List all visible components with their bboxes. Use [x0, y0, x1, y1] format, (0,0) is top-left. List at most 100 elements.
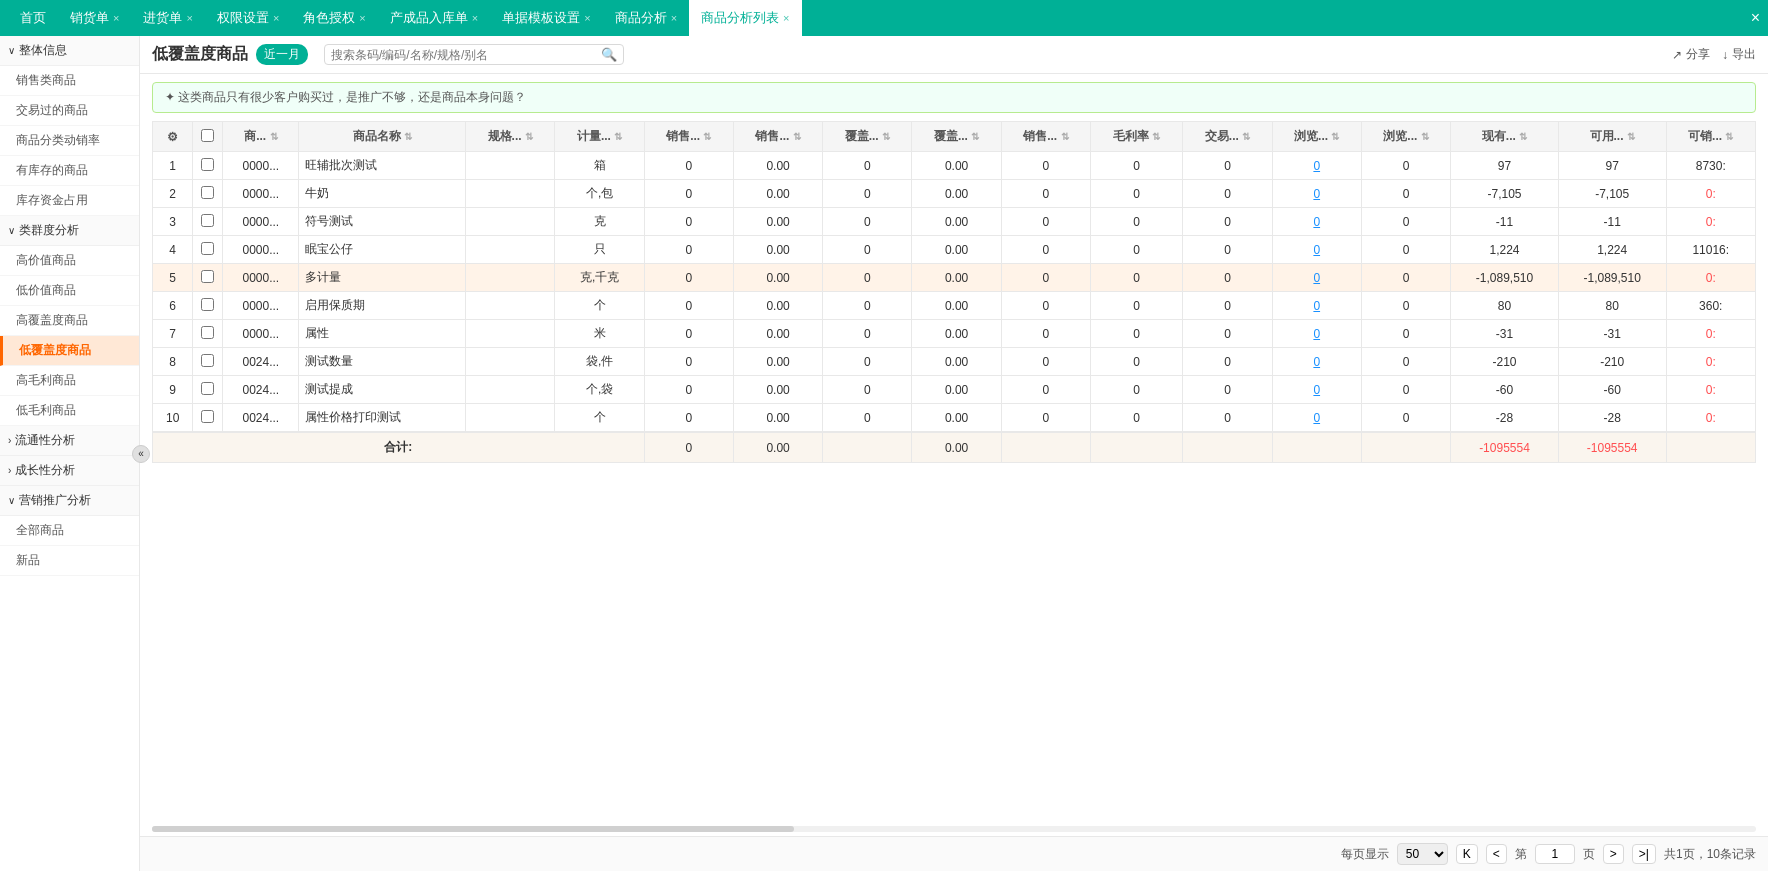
sidebar-item-stocked-goods[interactable]: 有库存的商品: [0, 156, 139, 186]
sidebar-item-high-coverage[interactable]: 高覆盖度商品: [0, 306, 139, 336]
row-checkbox-cell[interactable]: [193, 264, 223, 292]
row-browse1[interactable]: 0: [1272, 348, 1361, 376]
sidebar-item-low-coverage[interactable]: 低覆盖度商品: [0, 336, 139, 366]
row-browse1[interactable]: 0: [1272, 320, 1361, 348]
search-input[interactable]: [331, 48, 601, 62]
select-all-checkbox[interactable]: [201, 129, 214, 142]
nav-item-home[interactable]: 首页: [8, 0, 58, 36]
close-icon[interactable]: ×: [584, 12, 590, 24]
sidebar-item-category-turnover[interactable]: 商品分类动销率: [0, 126, 139, 156]
nav-item-template[interactable]: 单据模板设置 ×: [490, 0, 602, 36]
row-sales-qty: 0: [644, 208, 733, 236]
row-browse1[interactable]: 0: [1272, 236, 1361, 264]
close-icon[interactable]: ×: [783, 12, 789, 24]
unit-column-header[interactable]: 计量... ⇅: [555, 122, 644, 152]
first-page-button[interactable]: K: [1456, 844, 1478, 864]
saleable-column-header[interactable]: 可销... ⇅: [1666, 122, 1755, 152]
close-icon[interactable]: ×: [671, 12, 677, 24]
horizontal-scrollbar[interactable]: [152, 826, 1756, 832]
sidebar-section-marketing[interactable]: ∨ 营销推广分析: [0, 486, 139, 516]
row-browse1[interactable]: 0: [1272, 292, 1361, 320]
row-checkbox[interactable]: [201, 186, 214, 199]
table-wrapper[interactable]: ⚙ 商... ⇅ 商品名称 ⇅ 规格... ⇅ 计量... ⇅ 销售... ⇅ …: [140, 121, 1768, 822]
per-page-select[interactable]: 50 100 200: [1397, 843, 1448, 865]
sidebar-item-all-goods[interactable]: 全部商品: [0, 516, 139, 546]
row-checkbox-cell[interactable]: [193, 348, 223, 376]
sidebar-item-new-goods[interactable]: 新品: [0, 546, 139, 576]
share-button[interactable]: ↗ 分享: [1672, 46, 1710, 63]
scrollbar-thumb[interactable]: [152, 826, 794, 832]
row-browse1[interactable]: 0: [1272, 208, 1361, 236]
sales-qty-column-header[interactable]: 销售... ⇅: [644, 122, 733, 152]
row-browse1[interactable]: 0: [1272, 404, 1361, 433]
last-page-button[interactable]: >|: [1632, 844, 1656, 864]
browse1-column-header[interactable]: 浏览... ⇅: [1272, 122, 1361, 152]
row-browse1[interactable]: 0: [1272, 180, 1361, 208]
prev-page-button[interactable]: <: [1486, 844, 1507, 864]
nav-item-analysis[interactable]: 商品分析 ×: [603, 0, 689, 36]
row-browse1[interactable]: 0: [1272, 376, 1361, 404]
sidebar-section-overall[interactable]: ∨ 整体信息: [0, 36, 139, 66]
time-filter-button[interactable]: 近一月: [256, 44, 308, 65]
row-browse1[interactable]: 0: [1272, 152, 1361, 180]
row-checkbox-cell[interactable]: [193, 404, 223, 433]
browse2-column-header[interactable]: 浏览... ⇅: [1361, 122, 1450, 152]
row-checkbox-cell[interactable]: [193, 152, 223, 180]
sidebar-item-low-value[interactable]: 低价值商品: [0, 276, 139, 306]
row-checkbox-cell[interactable]: [193, 292, 223, 320]
sidebar-item-traded-goods[interactable]: 交易过的商品: [0, 96, 139, 126]
row-checkbox[interactable]: [201, 354, 214, 367]
sidebar-item-low-margin[interactable]: 低毛利商品: [0, 396, 139, 426]
sidebar-item-high-margin[interactable]: 高毛利商品: [0, 366, 139, 396]
row-checkbox-cell[interactable]: [193, 320, 223, 348]
nav-item-permissions[interactable]: 权限设置 ×: [205, 0, 291, 36]
row-checkbox[interactable]: [201, 242, 214, 255]
name-column-header[interactable]: 商品名称 ⇅: [299, 122, 466, 152]
close-icon[interactable]: ×: [359, 12, 365, 24]
gross-margin-column-header[interactable]: 毛利率 ⇅: [1091, 122, 1183, 152]
sidebar-item-high-value[interactable]: 高价值商品: [0, 246, 139, 276]
sidebar-collapse-button[interactable]: «: [132, 445, 150, 463]
current-stock-column-header[interactable]: 现有... ⇅: [1451, 122, 1559, 152]
row-checkbox[interactable]: [201, 298, 214, 311]
row-checkbox[interactable]: [201, 214, 214, 227]
checkbox-column-header[interactable]: [193, 122, 223, 152]
row-checkbox[interactable]: [201, 410, 214, 423]
next-page-button[interactable]: >: [1603, 844, 1624, 864]
row-checkbox-cell[interactable]: [193, 376, 223, 404]
sidebar-section-growth[interactable]: › 成长性分析: [0, 456, 139, 486]
row-browse1[interactable]: 0: [1272, 264, 1361, 292]
sidebar-item-sales-goods[interactable]: 销售类商品: [0, 66, 139, 96]
settings-column-header[interactable]: ⚙: [153, 122, 193, 152]
close-icon[interactable]: ×: [472, 12, 478, 24]
row-checkbox[interactable]: [201, 158, 214, 171]
close-all-button[interactable]: ×: [1751, 9, 1760, 27]
available-stock-column-header[interactable]: 可用... ⇅: [1558, 122, 1666, 152]
close-icon[interactable]: ×: [186, 12, 192, 24]
nav-item-production[interactable]: 产成品入库单 ×: [378, 0, 490, 36]
page-number-input[interactable]: [1535, 844, 1575, 864]
sidebar-section-circulation[interactable]: › 流通性分析: [0, 426, 139, 456]
row-checkbox-cell[interactable]: [193, 180, 223, 208]
sales3-column-header[interactable]: 销售... ⇅: [1001, 122, 1090, 152]
nav-item-sales[interactable]: 销货单 ×: [58, 0, 131, 36]
export-button[interactable]: ↓ 导出: [1722, 46, 1756, 63]
sidebar-section-cluster[interactable]: ∨ 类群度分析: [0, 216, 139, 246]
spec-column-header[interactable]: 规格... ⇅: [466, 122, 555, 152]
close-icon[interactable]: ×: [273, 12, 279, 24]
row-checkbox-cell[interactable]: [193, 208, 223, 236]
nav-item-analysis-list[interactable]: 商品分析列表 ×: [689, 0, 801, 36]
sales-amt-column-header[interactable]: 销售... ⇅: [733, 122, 822, 152]
close-icon[interactable]: ×: [113, 12, 119, 24]
transaction-column-header[interactable]: 交易... ⇅: [1183, 122, 1272, 152]
row-checkbox[interactable]: [201, 326, 214, 339]
row-checkbox[interactable]: [201, 270, 214, 283]
nav-item-roles[interactable]: 角色授权 ×: [291, 0, 377, 36]
row-checkbox[interactable]: [201, 382, 214, 395]
sidebar-item-inventory-capital[interactable]: 库存资金占用: [0, 186, 139, 216]
coverage1-column-header[interactable]: 覆盖... ⇅: [823, 122, 912, 152]
coverage2-column-header[interactable]: 覆盖... ⇅: [912, 122, 1001, 152]
row-checkbox-cell[interactable]: [193, 236, 223, 264]
code-column-header[interactable]: 商... ⇅: [223, 122, 299, 152]
nav-item-purchase[interactable]: 进货单 ×: [131, 0, 204, 36]
